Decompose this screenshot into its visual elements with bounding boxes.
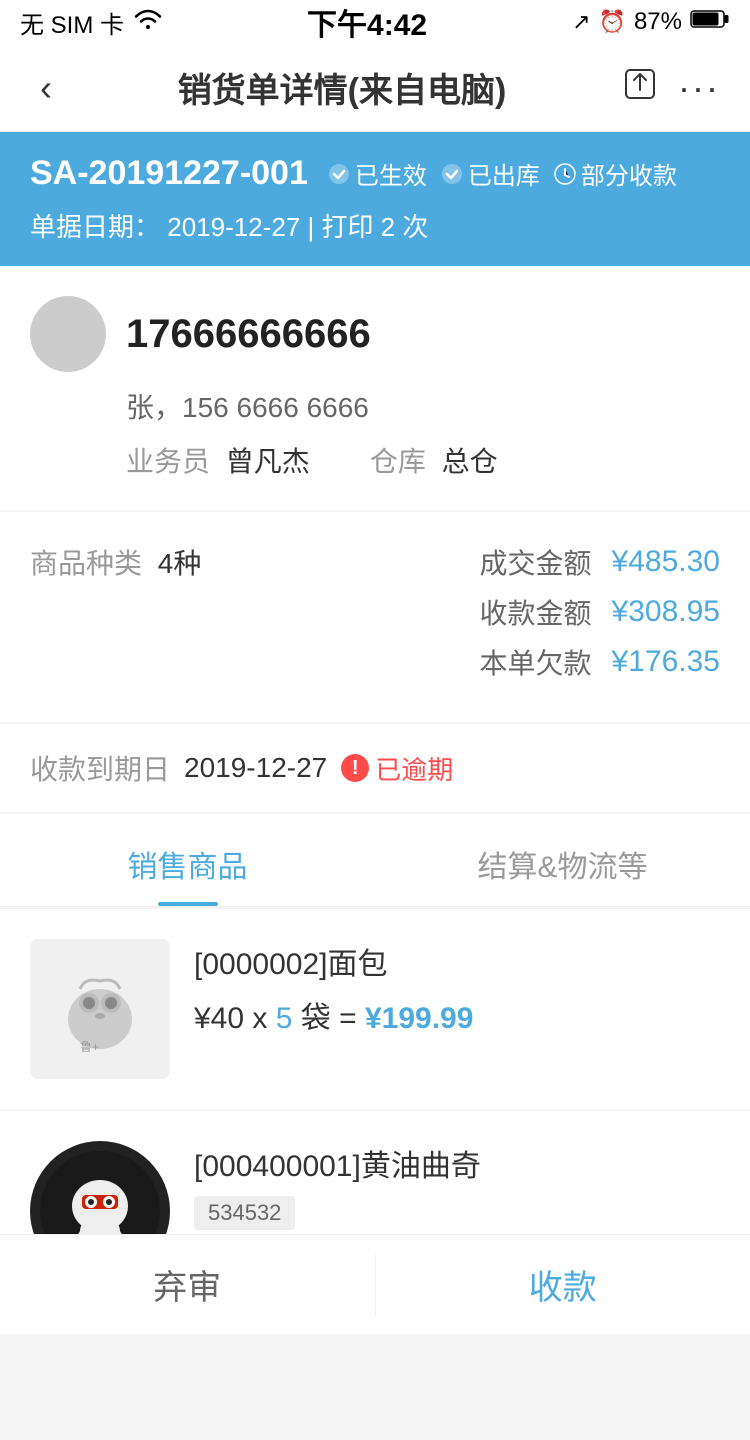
status-badges: 已生效 已出库 部分收款 bbox=[328, 156, 677, 191]
tab-settlement[interactable]: 结算&物流等 bbox=[375, 814, 750, 906]
customer-name-phone: 张，156 6666 6666 bbox=[126, 386, 720, 426]
overdue-badge: ! 已逾期 bbox=[341, 750, 453, 787]
share-button[interactable] bbox=[622, 66, 658, 109]
battery-label: 87% bbox=[634, 8, 682, 36]
product-thumbnail-1: 鲁+ bbox=[30, 939, 170, 1079]
product-sku-2: 534532 bbox=[194, 1196, 295, 1230]
due-date: 2019-12-27 bbox=[184, 752, 327, 784]
product-info-1: [0000002]面包 ¥40 x 5 袋 = ¥199.99 bbox=[194, 939, 720, 1037]
avatar bbox=[30, 296, 106, 372]
location-icon: ↗ bbox=[572, 9, 590, 35]
status-effective: 已生效 bbox=[328, 156, 427, 191]
product-types: 商品种类 4种 bbox=[30, 542, 201, 582]
alarm-icon: ⏰ bbox=[599, 9, 626, 35]
list-item: 鲁+ [0000002]面包 ¥40 x 5 袋 = ¥199.99 bbox=[0, 909, 750, 1109]
svg-text:鲁+: 鲁+ bbox=[80, 1040, 99, 1054]
amounts: 成交金额 ¥485.30 收款金额 ¥308.95 本单欠款 ¥176.35 bbox=[480, 542, 720, 692]
sim-label: 无 SIM 卡 bbox=[20, 5, 124, 40]
abandon-button[interactable]: 弃审 bbox=[0, 1235, 375, 1334]
page-title: 销货单详情(来自电脑) bbox=[178, 63, 507, 112]
bottom-bar: 弃审 收款 bbox=[0, 1234, 750, 1334]
status-partial: 部分收款 bbox=[554, 156, 677, 191]
customer-section: 17666666666 张，156 6666 6666 业务员 曾凡杰 仓库 总… bbox=[0, 266, 750, 510]
battery-icon bbox=[690, 8, 730, 37]
debt-amount: ¥176.35 bbox=[612, 645, 720, 679]
status-left: 无 SIM 卡 bbox=[20, 5, 162, 40]
order-header: SA-20191227-001 已生效 已出库 部分收款 单据日期： 2019-… bbox=[0, 132, 750, 266]
summary-section: 商品种类 4种 成交金额 ¥485.30 收款金额 ¥308.95 本单欠款 ¥… bbox=[0, 512, 750, 722]
due-label: 收款到期日 bbox=[30, 748, 170, 788]
order-date-row: 单据日期： 2019-12-27 | 打印 2 次 bbox=[30, 207, 720, 244]
product-name-2: [000400001]黄油曲奇 bbox=[194, 1141, 720, 1185]
overdue-text: 已逾期 bbox=[375, 750, 453, 787]
nav-actions: ··· bbox=[622, 66, 720, 109]
due-section: 收款到期日 2019-12-27 ! 已逾期 bbox=[0, 724, 750, 812]
order-id: SA-20191227-001 bbox=[30, 154, 308, 193]
wifi-icon bbox=[134, 8, 162, 36]
status-shipped: 已出库 bbox=[441, 156, 540, 191]
warehouse-info: 仓库 总仓 bbox=[370, 440, 498, 480]
nav-bar: ‹ 销货单详情(来自电脑) ··· bbox=[0, 44, 750, 132]
sales-info: 业务员 曾凡杰 bbox=[126, 440, 310, 480]
tabs: 销售商品 结算&物流等 bbox=[0, 814, 750, 907]
received-amount: ¥308.95 bbox=[612, 595, 720, 629]
collect-button[interactable]: 收款 bbox=[376, 1235, 750, 1334]
deal-amount: ¥485.30 bbox=[612, 545, 720, 579]
product-name-1: [0000002]面包 bbox=[194, 939, 720, 983]
tab-products[interactable]: 销售商品 bbox=[0, 814, 375, 906]
status-time: 下午4:42 bbox=[307, 0, 427, 44]
status-right: ↗ ⏰ 87% bbox=[572, 8, 730, 37]
status-bar: 无 SIM 卡 下午4:42 ↗ ⏰ 87% bbox=[0, 0, 750, 44]
product-price-1: ¥40 x 5 袋 = ¥199.99 bbox=[194, 993, 720, 1037]
more-button[interactable]: ··· bbox=[678, 67, 720, 109]
customer-phone: 17666666666 bbox=[126, 312, 371, 357]
debt-label: 本单欠款 bbox=[480, 642, 592, 682]
overdue-icon: ! bbox=[341, 754, 369, 782]
deal-label: 成交金额 bbox=[480, 542, 592, 582]
back-button[interactable]: ‹ bbox=[30, 57, 62, 119]
customer-meta: 业务员 曾凡杰 仓库 总仓 bbox=[126, 440, 720, 480]
received-label: 收款金额 bbox=[480, 592, 592, 632]
